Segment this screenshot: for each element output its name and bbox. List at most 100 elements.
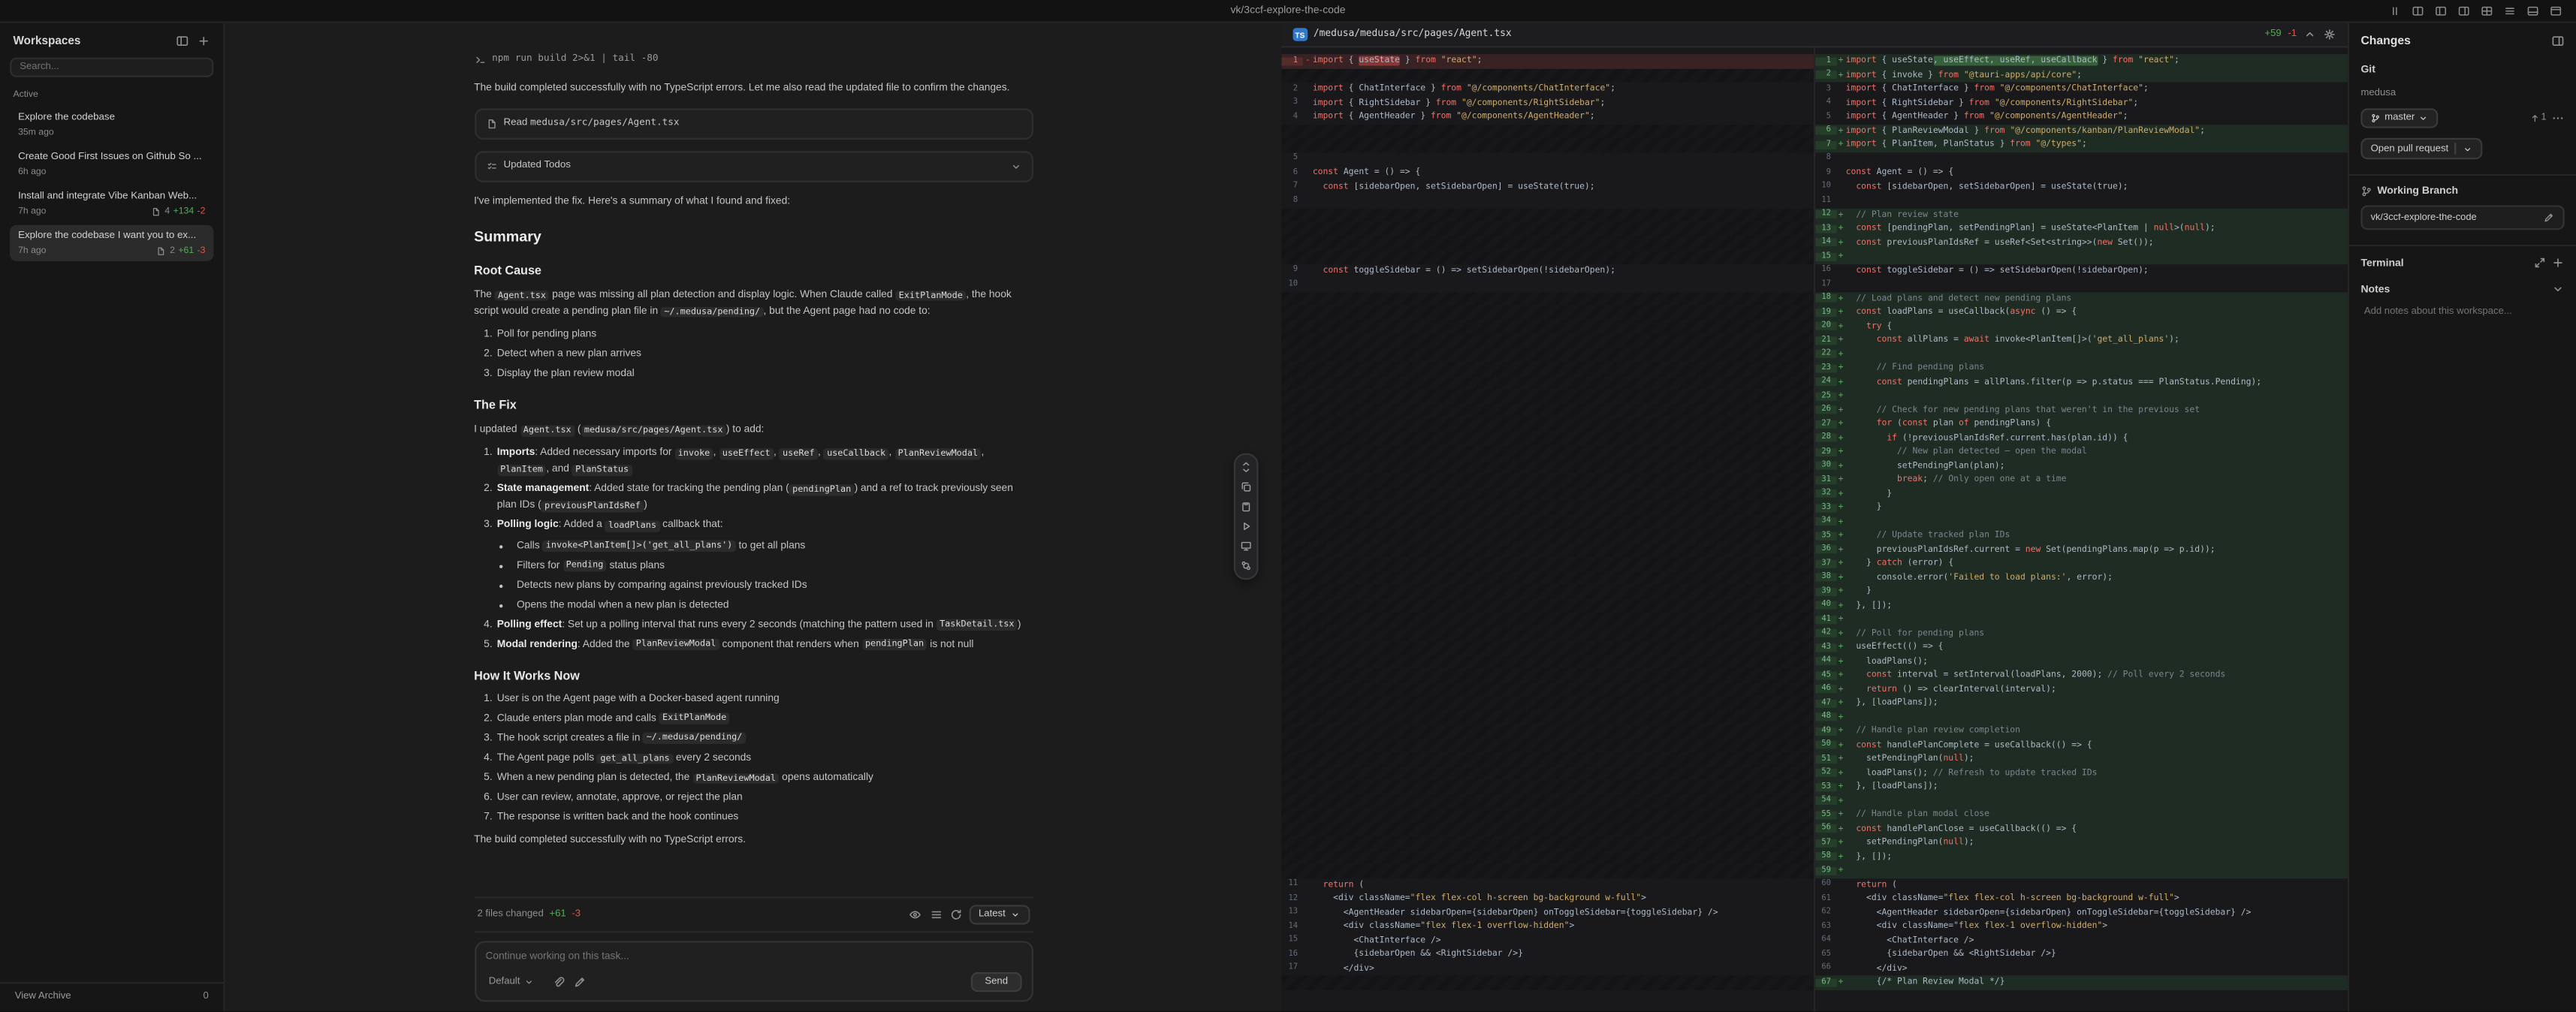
diff-filler — [1281, 361, 1813, 375]
diff-stats-badge: 2+61-3 — [157, 245, 206, 255]
panel-right-icon[interactable] — [2457, 5, 2469, 17]
monitor-icon[interactable] — [1237, 537, 1255, 555]
attach-icon[interactable] — [552, 975, 566, 989]
new-terminal-icon[interactable] — [2551, 256, 2565, 270]
model-selector[interactable]: Default — [485, 972, 544, 992]
diff-line: 60 return ( — [1814, 878, 2348, 892]
workspace-item[interactable]: Explore the codebase I want you to ex...… — [10, 224, 213, 261]
chat-scroll-area[interactable]: npm run build 2>&1 | tail -80The build c… — [225, 23, 1282, 897]
diff-line: 53+ }, [loadPlans]); — [1814, 780, 2348, 794]
edit-message-icon[interactable] — [573, 975, 587, 989]
panel-left-icon[interactable] — [2434, 5, 2446, 17]
layout-grid-icon[interactable] — [2480, 5, 2492, 17]
workspace-meta: 7h ago4+134-2 — [18, 206, 205, 216]
list-item: Calls invoke<PlanItem[]>('get_all_plans'… — [515, 538, 1033, 554]
tool-call-terminal[interactable]: npm run build 2>&1 | tail -80 — [474, 53, 1033, 68]
diff-filler — [1281, 822, 1813, 836]
diff-filler — [1281, 124, 1813, 138]
diff-line: 4import { RightSidebar } from "@/compone… — [1814, 96, 2348, 110]
menu-icon[interactable] — [929, 908, 943, 922]
collapse-sidebar-icon[interactable] — [176, 35, 189, 48]
list-item: User can review, annotate, approve, or r… — [496, 790, 1033, 806]
diff-line: 47+ }, [loadPlans]); — [1814, 697, 2348, 711]
clipboard-icon[interactable] — [1237, 498, 1255, 516]
send-button[interactable]: Send — [972, 972, 1021, 992]
unfold-icon[interactable] — [1237, 458, 1255, 476]
diff-line: 11 return ( — [1281, 878, 1813, 892]
play-icon[interactable] — [1237, 517, 1255, 535]
diff-line: 46+ return () => clearInterval(interval)… — [1814, 682, 2348, 697]
diff-line: 34+ — [1814, 515, 2348, 529]
copy-icon[interactable] — [1237, 478, 1255, 496]
notes-collapse-icon[interactable] — [2551, 282, 2565, 296]
diff-new-column[interactable]: 1+import { useState, useEffect, useRef, … — [1814, 47, 2348, 1011]
list-item: Detect when a new plan arrives — [496, 347, 1033, 363]
diff-filler — [1281, 640, 1813, 655]
window-icon[interactable] — [2549, 5, 2561, 17]
git-compare-icon[interactable] — [1237, 557, 1255, 575]
notes-input[interactable] — [2360, 304, 2564, 366]
diff-filler — [1281, 668, 1813, 682]
pause-icon[interactable] — [2388, 5, 2400, 17]
paragraph: I updated Agent.tsx (medusa/src/pages/Ag… — [474, 422, 1033, 438]
open-pr-button[interactable]: Open pull request — [2360, 138, 2483, 159]
diff-filler — [1281, 697, 1813, 711]
diff-filler — [1281, 808, 1813, 822]
list-item: The response is written back and the hoo… — [496, 810, 1033, 827]
diff-line: 20+ try { — [1814, 319, 2348, 333]
collapse-diff-icon[interactable] — [2303, 28, 2317, 41]
tool-call-read-file[interactable]: Read medusa/src/pages/Agent.tsx — [474, 108, 1033, 140]
refresh-icon[interactable] — [950, 908, 964, 922]
diff-line: 19+ const loadPlans = useCallback(async … — [1814, 306, 2348, 320]
list-item: The Agent page polls get_all_plans every… — [496, 750, 1033, 767]
diff-line: 14 <div className="flex flex-1 overflow-… — [1281, 920, 1813, 934]
diff-line: 11 — [1814, 194, 2348, 208]
expand-terminal-icon[interactable] — [2533, 256, 2547, 270]
diff-line: 28+ if (!previousPlanIdsRef.current.has(… — [1814, 431, 2348, 445]
heading: How It Works Now — [474, 667, 1033, 686]
workspace-title: Install and integrate Vibe Kanban Web... — [18, 191, 205, 202]
eye-icon[interactable] — [909, 908, 922, 922]
menu-icon[interactable] — [2503, 5, 2515, 17]
chevron-down-icon — [1009, 910, 1019, 920]
list-item: Detects new plans by comparing against p… — [515, 577, 1033, 594]
app-window: vk/3ccf-explore-the-code Workspaces Acti… — [0, 0, 2576, 1012]
sidebar-header: Workspaces — [10, 35, 213, 48]
diff-line: 23+ // Find pending plans — [1814, 361, 2348, 375]
diff-filler — [1281, 836, 1813, 850]
diff-filler — [1281, 682, 1813, 697]
layout-columns-icon[interactable] — [2411, 5, 2423, 17]
latest-dropdown[interactable]: Latest — [969, 905, 1030, 924]
diff-filler — [1281, 850, 1813, 864]
view-archive[interactable]: View Archive 0 — [0, 982, 224, 1011]
workspace-item[interactable]: Create Good First Issues on Github So ..… — [10, 146, 213, 182]
list-item: When a new pending plan is detected, the… — [496, 770, 1033, 787]
branch-selector[interactable]: master — [2360, 108, 2439, 128]
workspace-item[interactable]: Explore the codebase35m ago — [10, 106, 213, 143]
chevron-down-icon — [524, 977, 534, 987]
latest-label: Latest — [979, 910, 1006, 920]
working-branch-field[interactable]: vk/3ccf-explore-the-code — [2360, 205, 2564, 230]
message-input[interactable] — [485, 951, 1021, 972]
diff-filler — [1281, 68, 1813, 83]
diff-deletions: -1 — [2288, 29, 2297, 39]
tool-call-updated-todos[interactable]: Updated Todos — [474, 151, 1033, 182]
workspace-item[interactable]: Install and integrate Vibe Kanban Web...… — [10, 185, 213, 221]
new-workspace-icon[interactable] — [198, 35, 211, 48]
panel-toggle-icon[interactable] — [2551, 34, 2565, 47]
heading: Root Cause — [474, 261, 1033, 281]
diff-settings-icon[interactable] — [2323, 28, 2336, 41]
diff-line: 1+import { useState, useEffect, useRef, … — [1814, 54, 2348, 68]
file-icon — [157, 245, 167, 255]
diff-line: 49+ // Handle plan review completion — [1814, 724, 2348, 739]
edit-branch-icon[interactable] — [2543, 212, 2554, 223]
workspace-meta: 35m ago — [18, 128, 205, 137]
panel-bottom-icon[interactable] — [2526, 5, 2538, 17]
diff-filler — [1281, 403, 1813, 417]
diff-file-path: /medusa/medusa/src/pages/Agent.tsx — [1314, 29, 1512, 39]
search-input[interactable] — [10, 58, 213, 77]
diff-line: 6const Agent = () => { — [1281, 166, 1813, 180]
diff-line: 15+ — [1814, 250, 2348, 264]
diff-old-column[interactable]: 1-import { useState } from "react";2impo… — [1281, 47, 1814, 1011]
git-menu-icon[interactable] — [2551, 112, 2565, 125]
